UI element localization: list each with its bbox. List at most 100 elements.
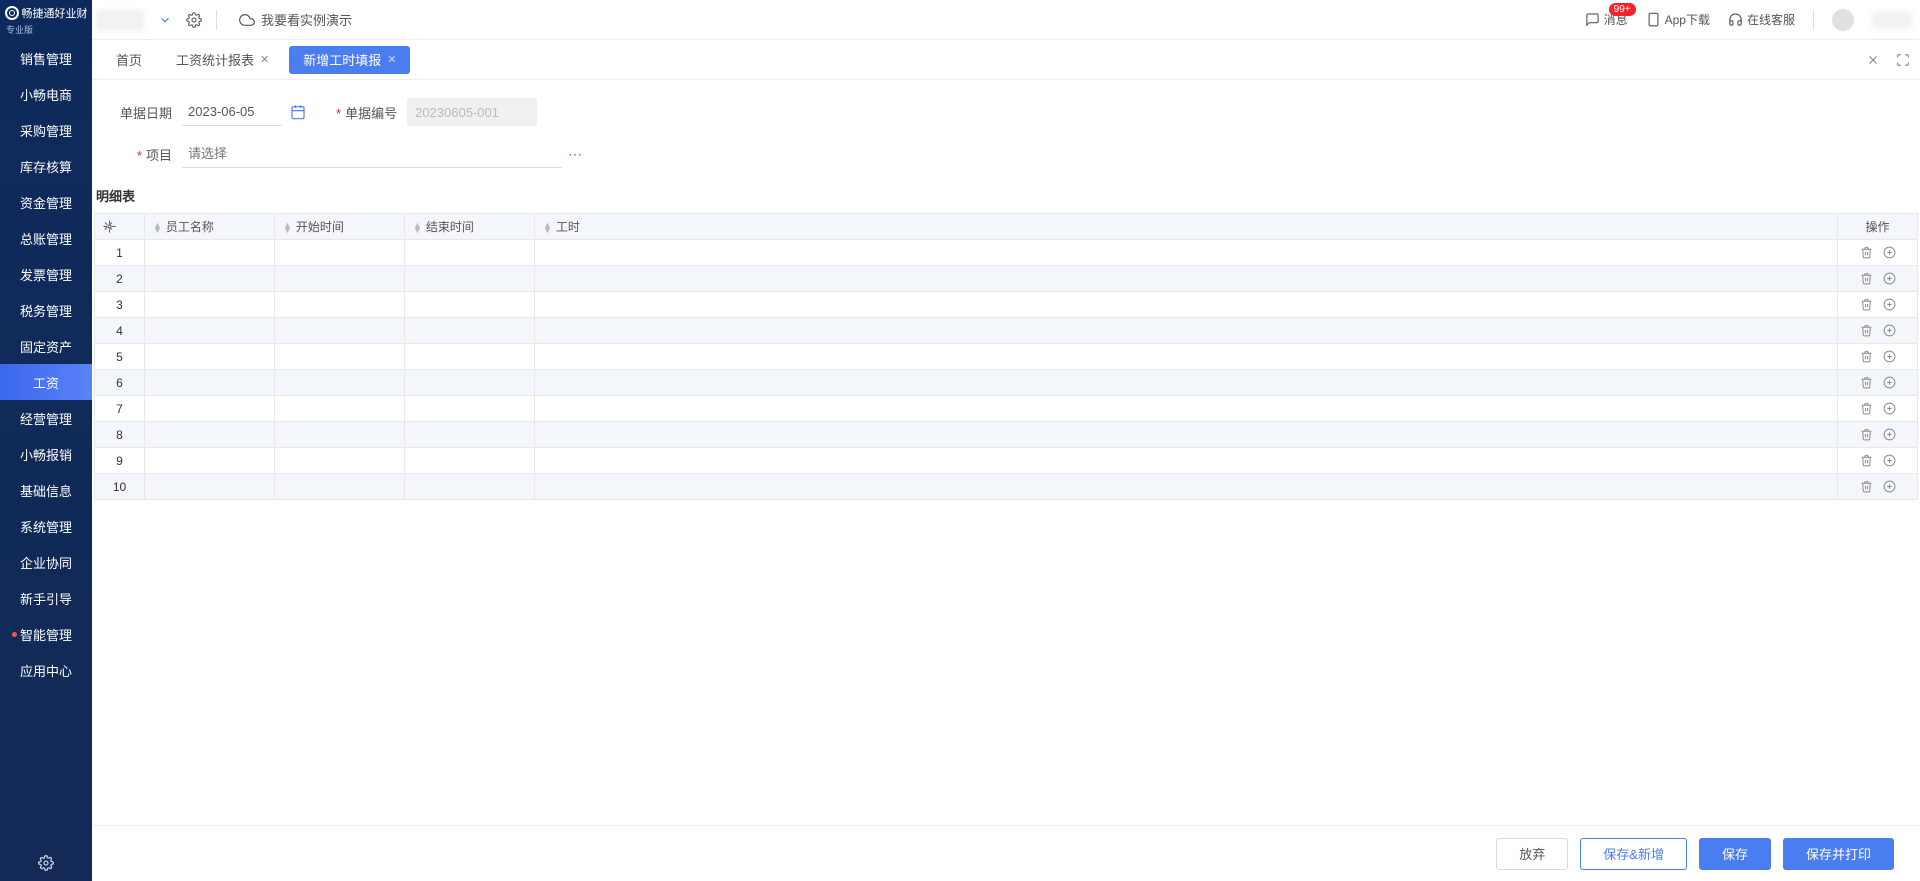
- col-employee[interactable]: ▲▼员工名称: [145, 214, 275, 240]
- cell-end-time[interactable]: [405, 474, 535, 500]
- sidebar-item-1[interactable]: 小畅电商: [0, 76, 92, 112]
- demo-link[interactable]: 我要看实例演示: [239, 10, 352, 29]
- cell-end-time[interactable]: [405, 240, 535, 266]
- project-more-button[interactable]: ⋯: [568, 146, 583, 163]
- cell-start-time[interactable]: [275, 448, 405, 474]
- cell-end-time[interactable]: [405, 422, 535, 448]
- fullscreen-button[interactable]: [1892, 49, 1914, 71]
- cell-end-time[interactable]: [405, 344, 535, 370]
- save-new-button[interactable]: 保存&新增: [1580, 838, 1687, 870]
- delete-row-button[interactable]: [1860, 350, 1873, 363]
- add-row-button[interactable]: [1883, 246, 1896, 259]
- header-settings[interactable]: [186, 12, 202, 28]
- cell-hours[interactable]: [535, 422, 1838, 448]
- sidebar-item-12[interactable]: 基础信息: [0, 472, 92, 508]
- sidebar-settings[interactable]: [0, 845, 92, 881]
- col-settings[interactable]: [95, 214, 145, 240]
- cell-employee[interactable]: [145, 474, 275, 500]
- add-row-button[interactable]: [1883, 324, 1896, 337]
- save-print-button[interactable]: 保存并打印: [1783, 838, 1894, 870]
- cell-employee[interactable]: [145, 240, 275, 266]
- cell-start-time[interactable]: [275, 396, 405, 422]
- cell-employee[interactable]: [145, 292, 275, 318]
- cell-hours[interactable]: [535, 396, 1838, 422]
- delete-row-button[interactable]: [1860, 480, 1873, 493]
- cell-employee[interactable]: [145, 266, 275, 292]
- cell-start-time[interactable]: [275, 266, 405, 292]
- delete-row-button[interactable]: [1860, 376, 1873, 389]
- sidebar-item-11[interactable]: 小畅报销: [0, 436, 92, 472]
- tab-close-icon[interactable]: ✕: [387, 53, 396, 66]
- add-row-button[interactable]: [1883, 454, 1896, 467]
- save-button[interactable]: 保存: [1699, 838, 1771, 870]
- close-all-tabs[interactable]: [1862, 49, 1884, 71]
- cell-end-time[interactable]: [405, 318, 535, 344]
- cell-hours[interactable]: [535, 240, 1838, 266]
- sidebar-item-3[interactable]: 库存核算: [0, 148, 92, 184]
- user-avatar[interactable]: [1832, 9, 1854, 31]
- cell-employee[interactable]: [145, 370, 275, 396]
- sidebar-item-8[interactable]: 固定资产: [0, 328, 92, 364]
- sidebar-item-7[interactable]: 税务管理: [0, 292, 92, 328]
- add-row-button[interactable]: [1883, 428, 1896, 441]
- date-input[interactable]: [182, 98, 282, 126]
- org-dropdown-icon[interactable]: [158, 13, 172, 27]
- cell-start-time[interactable]: [275, 422, 405, 448]
- cell-hours[interactable]: [535, 292, 1838, 318]
- sidebar-item-0[interactable]: 销售管理: [0, 40, 92, 76]
- add-row-button[interactable]: [1883, 480, 1896, 493]
- cell-employee[interactable]: [145, 448, 275, 474]
- tab-1[interactable]: 工资统计报表✕: [162, 46, 283, 74]
- delete-row-button[interactable]: [1860, 298, 1873, 311]
- app-download-button[interactable]: App下载: [1646, 11, 1710, 28]
- col-end-time[interactable]: ▲▼结束时间: [405, 214, 535, 240]
- messages-button[interactable]: 消息 99+: [1585, 11, 1628, 28]
- cell-hours[interactable]: [535, 448, 1838, 474]
- sidebar-item-6[interactable]: 发票管理: [0, 256, 92, 292]
- delete-row-button[interactable]: [1860, 454, 1873, 467]
- cell-end-time[interactable]: [405, 266, 535, 292]
- add-row-button[interactable]: [1883, 298, 1896, 311]
- delete-row-button[interactable]: [1860, 272, 1873, 285]
- project-select[interactable]: [182, 140, 562, 168]
- sidebar-item-16[interactable]: 智能管理: [0, 616, 92, 652]
- add-row-button[interactable]: [1883, 402, 1896, 415]
- delete-row-button[interactable]: [1860, 246, 1873, 259]
- sidebar-item-4[interactable]: 资金管理: [0, 184, 92, 220]
- cell-start-time[interactable]: [275, 292, 405, 318]
- cell-employee[interactable]: [145, 396, 275, 422]
- delete-row-button[interactable]: [1860, 428, 1873, 441]
- tab-2[interactable]: 新增工时填报✕: [289, 46, 410, 74]
- cell-start-time[interactable]: [275, 240, 405, 266]
- cell-end-time[interactable]: [405, 448, 535, 474]
- sidebar-item-15[interactable]: 新手引导: [0, 580, 92, 616]
- sidebar-item-13[interactable]: 系统管理: [0, 508, 92, 544]
- add-row-button[interactable]: [1883, 376, 1896, 389]
- cell-start-time[interactable]: [275, 370, 405, 396]
- cell-end-time[interactable]: [405, 396, 535, 422]
- cell-hours[interactable]: [535, 318, 1838, 344]
- cell-hours[interactable]: [535, 266, 1838, 292]
- sidebar-item-17[interactable]: 应用中心: [0, 652, 92, 688]
- cell-employee[interactable]: [145, 422, 275, 448]
- cell-end-time[interactable]: [405, 370, 535, 396]
- col-start-time[interactable]: ▲▼开始时间: [275, 214, 405, 240]
- sidebar-item-10[interactable]: 经营管理: [0, 400, 92, 436]
- delete-row-button[interactable]: [1860, 402, 1873, 415]
- sidebar-item-5[interactable]: 总账管理: [0, 220, 92, 256]
- tab-close-icon[interactable]: ✕: [260, 53, 269, 66]
- col-hours[interactable]: ▲▼工时: [535, 214, 1838, 240]
- cell-start-time[interactable]: [275, 344, 405, 370]
- cell-hours[interactable]: [535, 474, 1838, 500]
- cell-start-time[interactable]: [275, 474, 405, 500]
- cell-employee[interactable]: [145, 344, 275, 370]
- add-row-button[interactable]: [1883, 350, 1896, 363]
- cell-employee[interactable]: [145, 318, 275, 344]
- sidebar-item-9[interactable]: 工资: [0, 364, 92, 400]
- cell-end-time[interactable]: [405, 292, 535, 318]
- discard-button[interactable]: 放弃: [1496, 838, 1568, 870]
- cell-start-time[interactable]: [275, 318, 405, 344]
- add-row-button[interactable]: [1883, 272, 1896, 285]
- online-service-button[interactable]: 在线客服: [1728, 11, 1795, 28]
- tab-0[interactable]: 首页: [102, 46, 156, 74]
